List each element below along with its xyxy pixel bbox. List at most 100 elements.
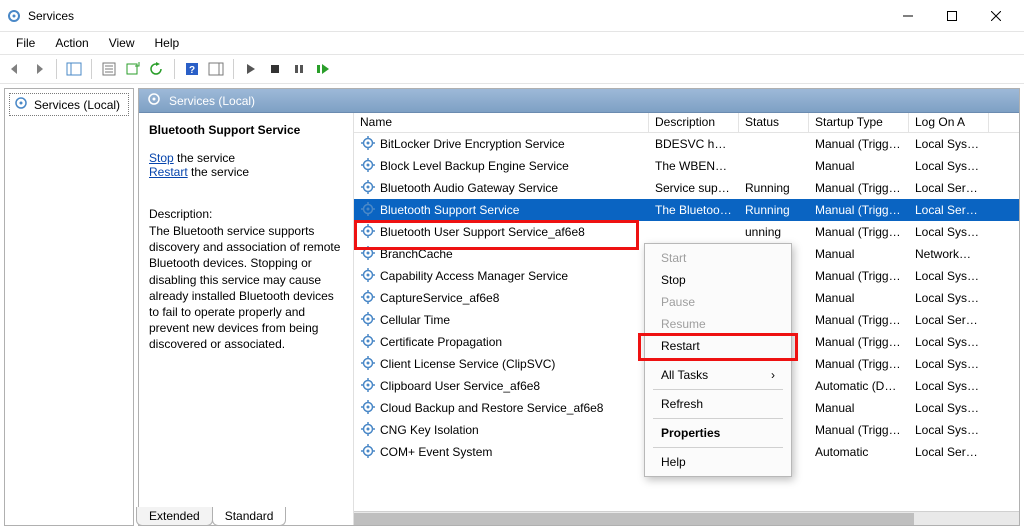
- cm-refresh[interactable]: Refresh: [647, 393, 789, 415]
- menu-action[interactable]: Action: [45, 34, 98, 52]
- restart-service-line: Restart the service: [149, 165, 343, 179]
- stop-service-line: Stop the service: [149, 151, 343, 165]
- cm-properties[interactable]: Properties: [647, 422, 789, 444]
- service-logon: Local Ser…: [909, 445, 989, 459]
- service-startup: Manual (Trigg…: [809, 357, 909, 371]
- service-row[interactable]: Bluetooth Audio Gateway ServiceService s…: [354, 177, 1019, 199]
- service-name: Client License Service (ClipSVC): [380, 357, 555, 371]
- cm-help[interactable]: Help: [647, 451, 789, 473]
- pause-service-button[interactable]: [288, 58, 310, 80]
- service-row[interactable]: Bluetooth Support ServiceThe Bluetoo…Run…: [354, 199, 1019, 221]
- service-row[interactable]: Bluetooth User Support Service_af6e8unni…: [354, 221, 1019, 243]
- gear-icon: [360, 311, 376, 330]
- content-header: Services (Local): [139, 89, 1019, 113]
- service-name: Capability Access Manager Service: [380, 269, 568, 283]
- gear-icon: [360, 267, 376, 286]
- description-pane: Bluetooth Support Service Stop the servi…: [139, 113, 354, 525]
- main-area: Services (Local) Services (Local) Blueto…: [0, 84, 1024, 530]
- service-startup: Manual (Trigg…: [809, 137, 909, 151]
- service-startup: Manual (Trigg…: [809, 181, 909, 195]
- maximize-button[interactable]: [930, 0, 974, 32]
- refresh-button[interactable]: [146, 58, 168, 80]
- start-service-button[interactable]: [240, 58, 262, 80]
- col-log-on-as[interactable]: Log On A: [909, 113, 989, 132]
- export-button[interactable]: [122, 58, 144, 80]
- view-tabs: Extended Standard: [136, 507, 285, 526]
- service-name: CNG Key Isolation: [380, 423, 479, 437]
- service-status: Running: [739, 203, 809, 217]
- tab-standard[interactable]: Standard: [212, 507, 287, 526]
- service-row[interactable]: BitLocker Drive Encryption Service BDESVC…: [354, 133, 1019, 155]
- service-logon: Local Sys…: [909, 269, 989, 283]
- gear-icon: [360, 421, 376, 440]
- services-icon: [147, 92, 161, 109]
- stop-service-button[interactable]: [264, 58, 286, 80]
- horizontal-scrollbar[interactable]: [354, 511, 1019, 525]
- tree-root-item[interactable]: Services (Local): [9, 93, 129, 116]
- col-name[interactable]: Name: [354, 113, 649, 132]
- service-status: unning: [739, 225, 809, 239]
- service-startup: Manual (Trigg…: [809, 203, 909, 217]
- col-status[interactable]: Status: [739, 113, 809, 132]
- service-startup: Manual (Trigg…: [809, 269, 909, 283]
- service-logon: Local Sys…: [909, 225, 989, 239]
- app-icon: [6, 8, 22, 24]
- service-startup: Automatic (D…: [809, 379, 909, 393]
- service-description: BDESVC hos…: [649, 137, 739, 151]
- service-name: Clipboard User Service_af6e8: [380, 379, 540, 393]
- service-logon: Local Ser…: [909, 313, 989, 327]
- description-text: The Bluetooth service supports discovery…: [149, 223, 343, 353]
- service-name: Certificate Propagation: [380, 335, 502, 349]
- back-button[interactable]: [4, 58, 26, 80]
- show-hide-tree-button[interactable]: [63, 58, 85, 80]
- service-startup: Manual (Trigg…: [809, 335, 909, 349]
- svg-text:?: ?: [189, 65, 195, 76]
- menu-file[interactable]: File: [6, 34, 45, 52]
- cm-restart[interactable]: Restart: [647, 335, 789, 357]
- gear-icon: [360, 179, 376, 198]
- service-logon: Local Sys…: [909, 335, 989, 349]
- service-logon: Local Sys…: [909, 423, 989, 437]
- service-description: Service supp…: [649, 181, 739, 195]
- window-title: Services: [28, 9, 74, 23]
- action-pane-button[interactable]: [205, 58, 227, 80]
- content-header-label: Services (Local): [169, 94, 255, 108]
- close-button[interactable]: [974, 0, 1018, 32]
- stop-tail: the service: [174, 151, 235, 165]
- gear-icon: [360, 355, 376, 374]
- restart-service-button[interactable]: [312, 58, 334, 80]
- forward-button[interactable]: [28, 58, 50, 80]
- service-row[interactable]: Block Level Backup Engine ServiceThe WBE…: [354, 155, 1019, 177]
- col-description[interactable]: Description: [649, 113, 739, 132]
- list-header: Name Description Status Startup Type Log…: [354, 113, 1019, 133]
- service-name: BitLocker Drive Encryption Service: [380, 137, 565, 151]
- cm-all-tasks[interactable]: All Tasks›: [647, 364, 789, 386]
- content-pane: Services (Local) Bluetooth Support Servi…: [138, 88, 1020, 526]
- service-list: Name Description Status Startup Type Log…: [354, 113, 1019, 525]
- service-logon: Local Ser…: [909, 181, 989, 195]
- menubar: File Action View Help: [0, 32, 1024, 54]
- service-description: The Bluetoo…: [649, 203, 739, 217]
- stop-service-link[interactable]: Stop: [149, 151, 174, 165]
- submenu-arrow-icon: ›: [771, 368, 775, 382]
- help-button[interactable]: ?: [181, 58, 203, 80]
- scrollbar-thumb[interactable]: [354, 513, 914, 525]
- list-rows[interactable]: BitLocker Drive Encryption Service BDESVC…: [354, 133, 1019, 511]
- description-label: Description:: [149, 207, 343, 221]
- tab-extended[interactable]: Extended: [136, 507, 213, 526]
- minimize-button[interactable]: [886, 0, 930, 32]
- service-logon: Local Sys…: [909, 137, 989, 151]
- restart-service-link[interactable]: Restart: [149, 165, 188, 179]
- gear-icon: [360, 443, 376, 462]
- context-menu: StartStopPauseResumeRestartAll Tasks›Ref…: [644, 243, 792, 477]
- properties-button[interactable]: [98, 58, 120, 80]
- menu-help[interactable]: Help: [145, 34, 190, 52]
- cm-stop[interactable]: Stop: [647, 269, 789, 291]
- service-name: Cloud Backup and Restore Service_af6e8: [380, 401, 603, 415]
- service-status: Running: [739, 181, 809, 195]
- service-startup: Manual (Trigg…: [809, 225, 909, 239]
- gear-icon: [360, 245, 376, 264]
- menu-view[interactable]: View: [99, 34, 145, 52]
- col-startup-type[interactable]: Startup Type: [809, 113, 909, 132]
- gear-icon: [360, 157, 376, 176]
